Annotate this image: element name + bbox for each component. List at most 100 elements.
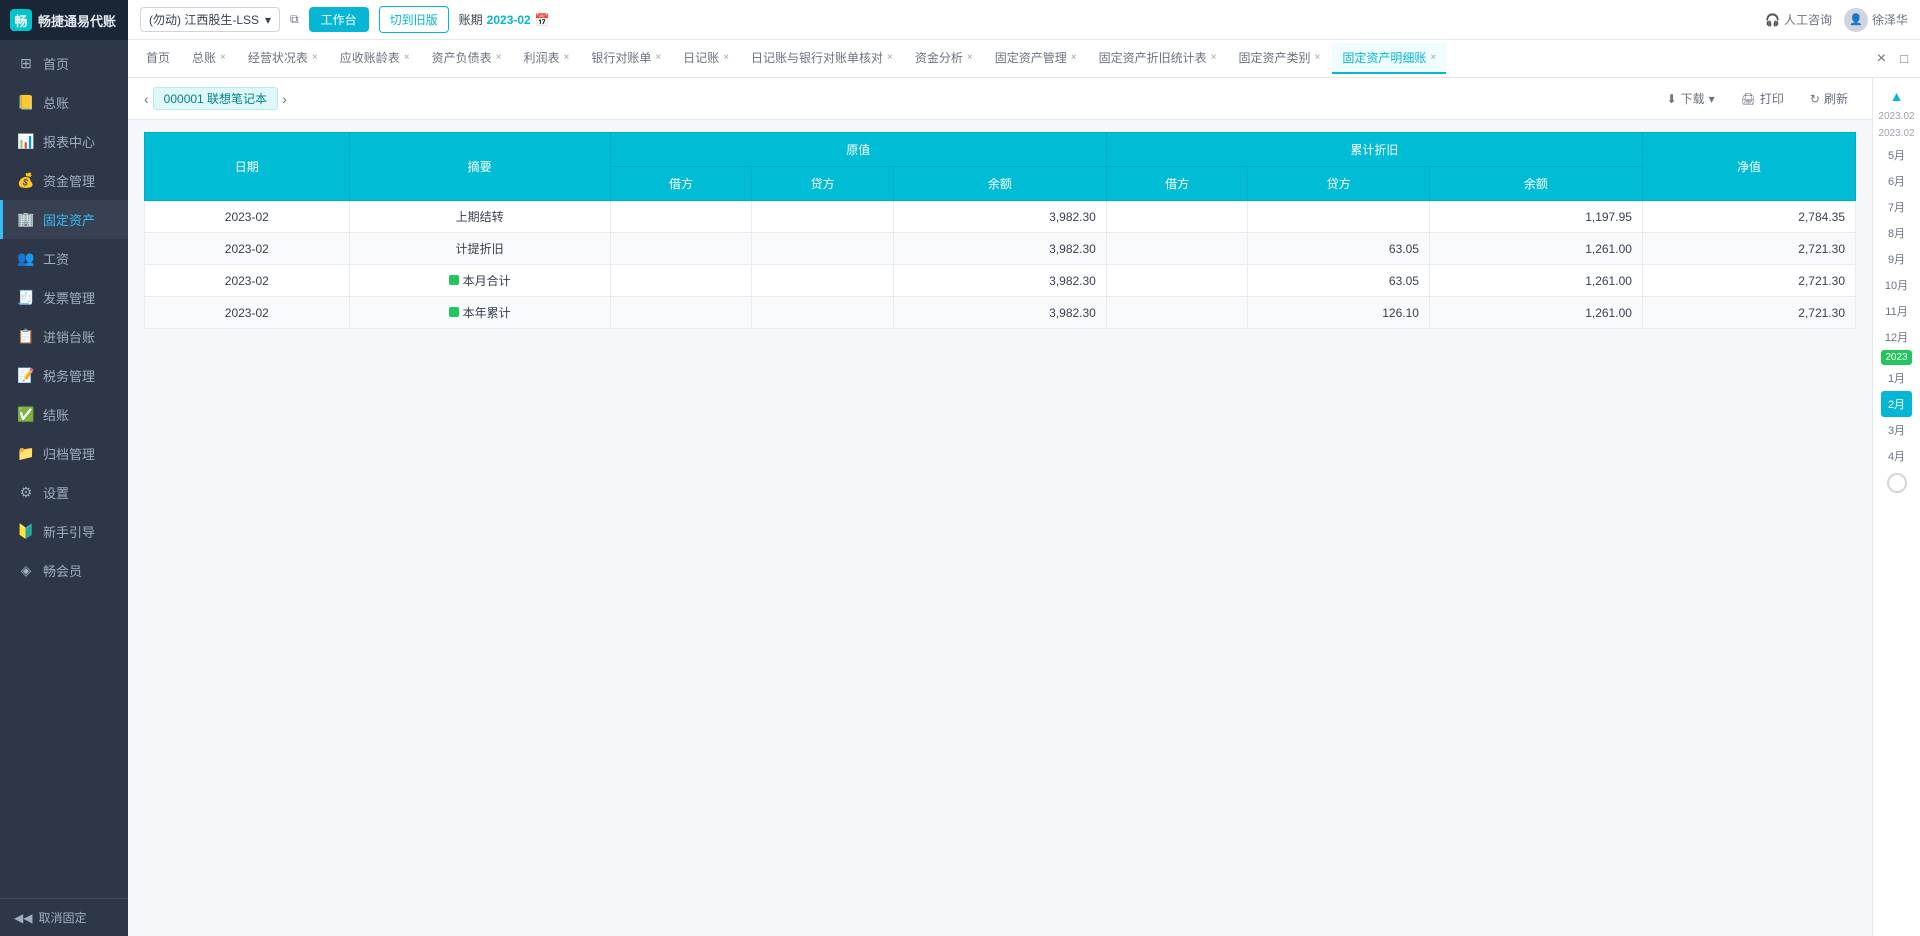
month-item-2023-4月[interactable]: 4月 [1881, 443, 1912, 469]
tab-close-icon[interactable]: × [496, 52, 502, 63]
tab-close-icon[interactable]: × [967, 52, 973, 63]
print-button[interactable]: 🖨 打印 [1733, 86, 1792, 111]
tab-利润表[interactable]: 利润表× [513, 43, 579, 74]
tab-日记账[interactable]: 日记账× [673, 43, 739, 74]
sub-header: ‹ 000001 联想笔记本 › ⬇ 下载 ▾ 🖨 打印 ↻ [128, 78, 1872, 120]
cell-dep-credit: 126.10 [1248, 297, 1429, 329]
col-orig-balance: 余额 [893, 167, 1106, 201]
sidebar-item-sales[interactable]: 📋 进销台账 [0, 317, 128, 356]
logo-icon: 畅 [10, 9, 32, 31]
sidebar-icon-ledger: 📒 [17, 94, 35, 111]
cell-net-value: 2,721.30 [1642, 265, 1855, 297]
cell-orig-debit [610, 265, 752, 297]
sidebar-item-fixed-assets[interactable]: 🏢 固定资产 [0, 200, 128, 239]
month-item-2023-2月[interactable]: 2月 [1881, 391, 1912, 417]
sidebar-label-ledger: 总账 [43, 93, 69, 112]
tab-日记账与银行对账单核对[interactable]: 日记账与银行对账单核对× [741, 43, 903, 74]
col-date: 日期 [145, 133, 350, 201]
tab-固定资产折旧统计表[interactable]: 固定资产折旧统计表× [1089, 43, 1227, 74]
cell-dep-credit: 63.05 [1248, 233, 1429, 265]
month-item-2023-1月[interactable]: 1月 [1881, 365, 1912, 391]
tab-close-icon[interactable]: × [220, 52, 226, 63]
cell-dep-debit [1106, 297, 1248, 329]
tab-资产负债表[interactable]: 资产负债表× [422, 43, 512, 74]
tab-close-icon[interactable]: × [887, 52, 893, 63]
tab-经营状况表[interactable]: 经营状况表× [238, 43, 328, 74]
tab-close-icon[interactable]: × [563, 52, 569, 63]
month-item-8月[interactable]: 8月 [1881, 220, 1912, 246]
month-item-7月[interactable]: 7月 [1881, 194, 1912, 220]
close-all-tabs-button[interactable]: × [1873, 48, 1890, 70]
breadcrumb: ‹ 000001 联想笔记本 › [144, 87, 287, 110]
month-item-5月[interactable]: 5月 [1881, 142, 1912, 168]
breadcrumb-current[interactable]: 000001 联想笔记本 [153, 87, 278, 110]
human-service-btn[interactable]: 🎧 人工咨询 [1765, 11, 1832, 28]
tab-固定资产类别[interactable]: 固定资产类别× [1228, 43, 1330, 74]
sidebar-item-home[interactable]: ⊞ 首页 [0, 44, 128, 83]
workbench-button[interactable]: 工作台 [309, 7, 369, 32]
month-item-12月[interactable]: 12月 [1881, 324, 1912, 350]
tab-close-icon[interactable]: × [1071, 52, 1077, 63]
sidebar-icon-home: ⊞ [17, 55, 35, 72]
tab-close-icon[interactable]: × [1314, 52, 1320, 63]
sidebar-item-settlement[interactable]: ✅ 结账 [0, 395, 128, 434]
top-header: (勿动) 江西股生-LSS ▾ ⧉ 工作台 切到旧版 账期 2023-02 📅 … [128, 0, 1920, 40]
sidebar-item-guide[interactable]: 🔰 新手引导 [0, 512, 128, 551]
scroll-up-button[interactable]: ▲ [1890, 84, 1904, 108]
cell-net-value: 2,721.30 [1642, 233, 1855, 265]
download-button[interactable]: ⬇ 下载 ▾ [1659, 86, 1723, 111]
month-item-11月[interactable]: 11月 [1881, 298, 1912, 324]
sidebar-item-member[interactable]: ◈ 畅会员 [0, 551, 128, 590]
month-item-2023-3月[interactable]: 3月 [1881, 417, 1912, 443]
user-profile[interactable]: 👤 徐泽华 [1844, 8, 1908, 32]
company-selector[interactable]: (勿动) 江西股生-LSS ▾ [140, 7, 280, 32]
tab-close-icon[interactable]: × [312, 52, 318, 63]
scroll-indicator[interactable] [1887, 473, 1907, 493]
month-item-9月[interactable]: 9月 [1881, 246, 1912, 272]
tab-首页[interactable]: 首页 [136, 43, 180, 74]
tab-close-icon[interactable]: × [723, 52, 729, 63]
year-marker-2023: 2023 [1881, 350, 1912, 365]
tab-close-icon[interactable]: × [1211, 52, 1217, 63]
tab-应收账龄表[interactable]: 应收账龄表× [330, 43, 420, 74]
breadcrumb-next[interactable]: › [282, 91, 287, 107]
col-summary: 摘要 [349, 133, 610, 201]
month-item-6月[interactable]: 6月 [1881, 168, 1912, 194]
sidebar-item-settings[interactable]: ⚙ 设置 [0, 473, 128, 512]
col-dep-balance: 余额 [1429, 167, 1642, 201]
sidebar-item-ledger[interactable]: 📒 总账 [0, 83, 128, 122]
refresh-button[interactable]: ↻ 刷新 [1802, 86, 1856, 111]
sidebar-item-tax[interactable]: 📝 税务管理 [0, 356, 128, 395]
tab-总账[interactable]: 总账× [182, 43, 236, 74]
sidebar-item-payroll[interactable]: 👥 工资 [0, 239, 128, 278]
breadcrumb-prev[interactable]: ‹ [144, 91, 149, 107]
cell-dep-balance: 1,197.95 [1429, 201, 1642, 233]
col-accumulated-dep-group: 累计折旧 [1106, 133, 1642, 167]
maximize-button[interactable]: □ [1896, 49, 1912, 68]
tab-银行对账单[interactable]: 银行对账单× [581, 43, 671, 74]
sidebar-icon-payroll: 👥 [17, 250, 35, 267]
year-label-top2: 2023.02 [1878, 125, 1914, 142]
calendar-icon[interactable]: 📅 [535, 13, 550, 27]
pin-label: 取消固定 [38, 909, 86, 926]
sidebar-item-invoices[interactable]: 🧾 发票管理 [0, 278, 128, 317]
month-item-10月[interactable]: 10月 [1881, 272, 1912, 298]
tab-close-icon[interactable]: × [404, 52, 410, 63]
chevron-down-icon: ▾ [265, 13, 271, 27]
cell-dep-credit: 63.05 [1248, 265, 1429, 297]
sidebar-icon-cashflow: 💰 [17, 172, 35, 189]
sidebar-pin-toggle[interactable]: ◀◀ 取消固定 [0, 898, 128, 936]
tab-close-icon[interactable]: × [655, 52, 661, 63]
old-version-button[interactable]: 切到旧版 [379, 6, 449, 33]
cell-orig-balance: 3,982.30 [893, 265, 1106, 297]
sidebar-item-reports[interactable]: 📊 报表中心 [0, 122, 128, 161]
sidebar-item-cashflow[interactable]: 💰 资金管理 [0, 161, 128, 200]
tab-固定资产明细账[interactable]: 固定资产明细账× [1332, 43, 1446, 74]
sidebar-item-archive[interactable]: 📁 归档管理 [0, 434, 128, 473]
cell-date: 2023-02 [145, 297, 350, 329]
tab-固定资产管理[interactable]: 固定资产管理× [985, 43, 1087, 74]
copy-icon[interactable]: ⧉ [290, 12, 299, 27]
tab-资金分析[interactable]: 资金分析× [905, 43, 983, 74]
cell-dep-balance: 1,261.00 [1429, 233, 1642, 265]
tab-close-icon[interactable]: × [1430, 52, 1436, 63]
